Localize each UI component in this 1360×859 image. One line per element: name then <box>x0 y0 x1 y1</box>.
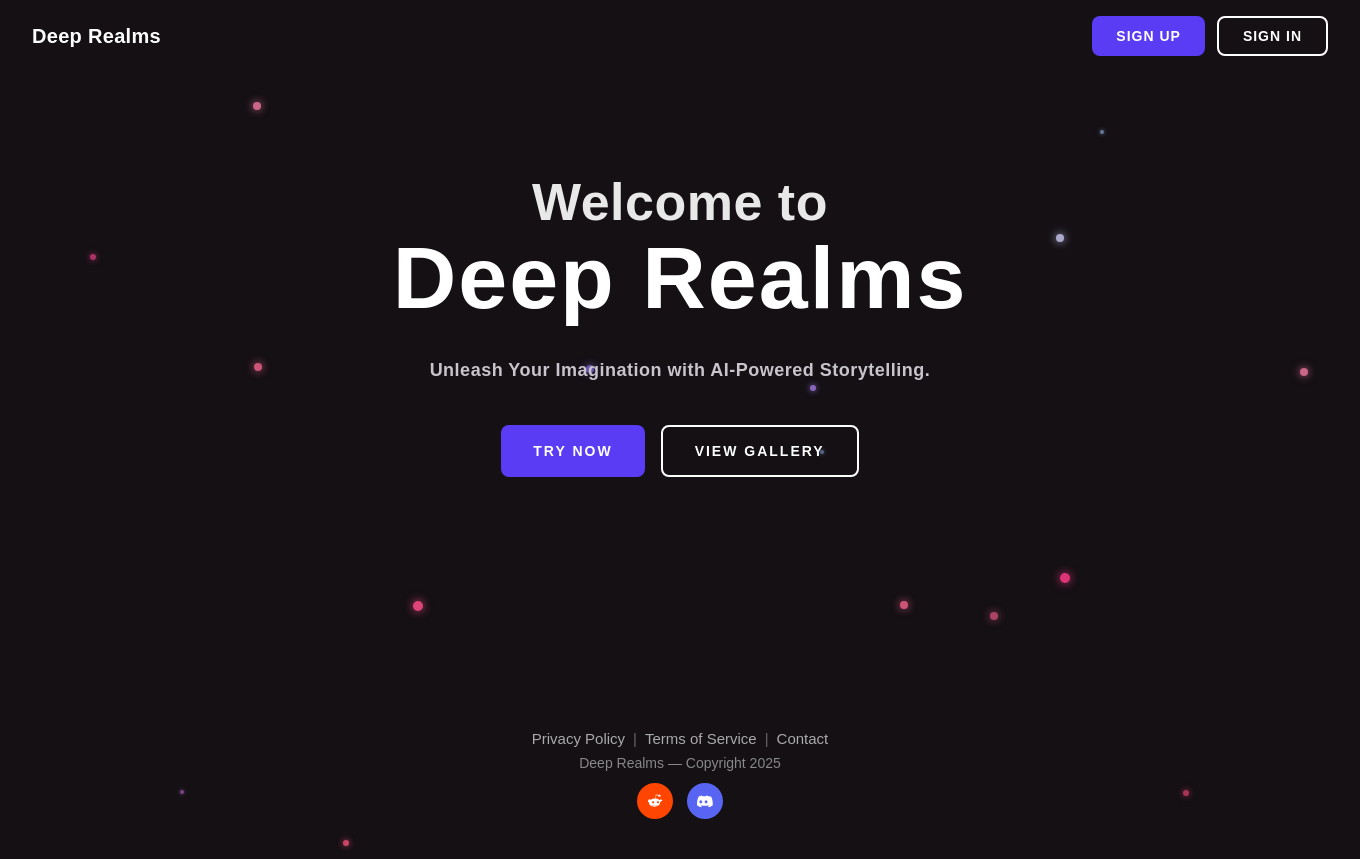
hero-buttons: TRY NOW VIEW GALLERY <box>501 425 858 477</box>
hero-subtitle: Unleash Your Imagination with AI-Powered… <box>430 360 931 381</box>
social-links <box>637 783 723 819</box>
separator-2: | <box>765 730 769 747</box>
hero-section: Welcome to Deep Realms Unleash Your Imag… <box>0 172 1360 477</box>
privacy-policy-link[interactable]: Privacy Policy <box>532 730 625 747</box>
site-logo: Deep Realms <box>32 25 161 48</box>
footer-links: Privacy Policy | Terms of Service | Cont… <box>532 730 829 747</box>
terms-of-service-link[interactable]: Terms of Service <box>645 730 757 747</box>
particle-dot <box>343 840 349 846</box>
signup-button[interactable]: SIGN UP <box>1092 16 1205 56</box>
hero-title: Deep Realms <box>393 232 968 324</box>
particle-dot <box>1100 130 1104 134</box>
reddit-icon[interactable] <box>637 783 673 819</box>
copyright-text: Deep Realms — Copyright 2025 <box>579 755 781 771</box>
particle-dot <box>253 102 261 110</box>
discord-icon[interactable] <box>687 783 723 819</box>
navbar: Deep Realms SIGN UP SIGN IN <box>0 0 1360 72</box>
hero-welcome-text: Welcome to <box>532 172 828 232</box>
particle-dot <box>1060 573 1070 583</box>
try-now-button[interactable]: TRY NOW <box>501 425 644 477</box>
particle-dot <box>990 612 998 620</box>
particle-dot <box>900 601 908 609</box>
signin-button[interactable]: SIGN IN <box>1217 16 1328 56</box>
particle-dot <box>413 601 423 611</box>
footer: Privacy Policy | Terms of Service | Cont… <box>0 730 1360 819</box>
navbar-actions: SIGN UP SIGN IN <box>1092 16 1328 56</box>
view-gallery-button[interactable]: VIEW GALLERY <box>661 425 859 477</box>
separator-1: | <box>633 730 637 747</box>
contact-link[interactable]: Contact <box>777 730 829 747</box>
